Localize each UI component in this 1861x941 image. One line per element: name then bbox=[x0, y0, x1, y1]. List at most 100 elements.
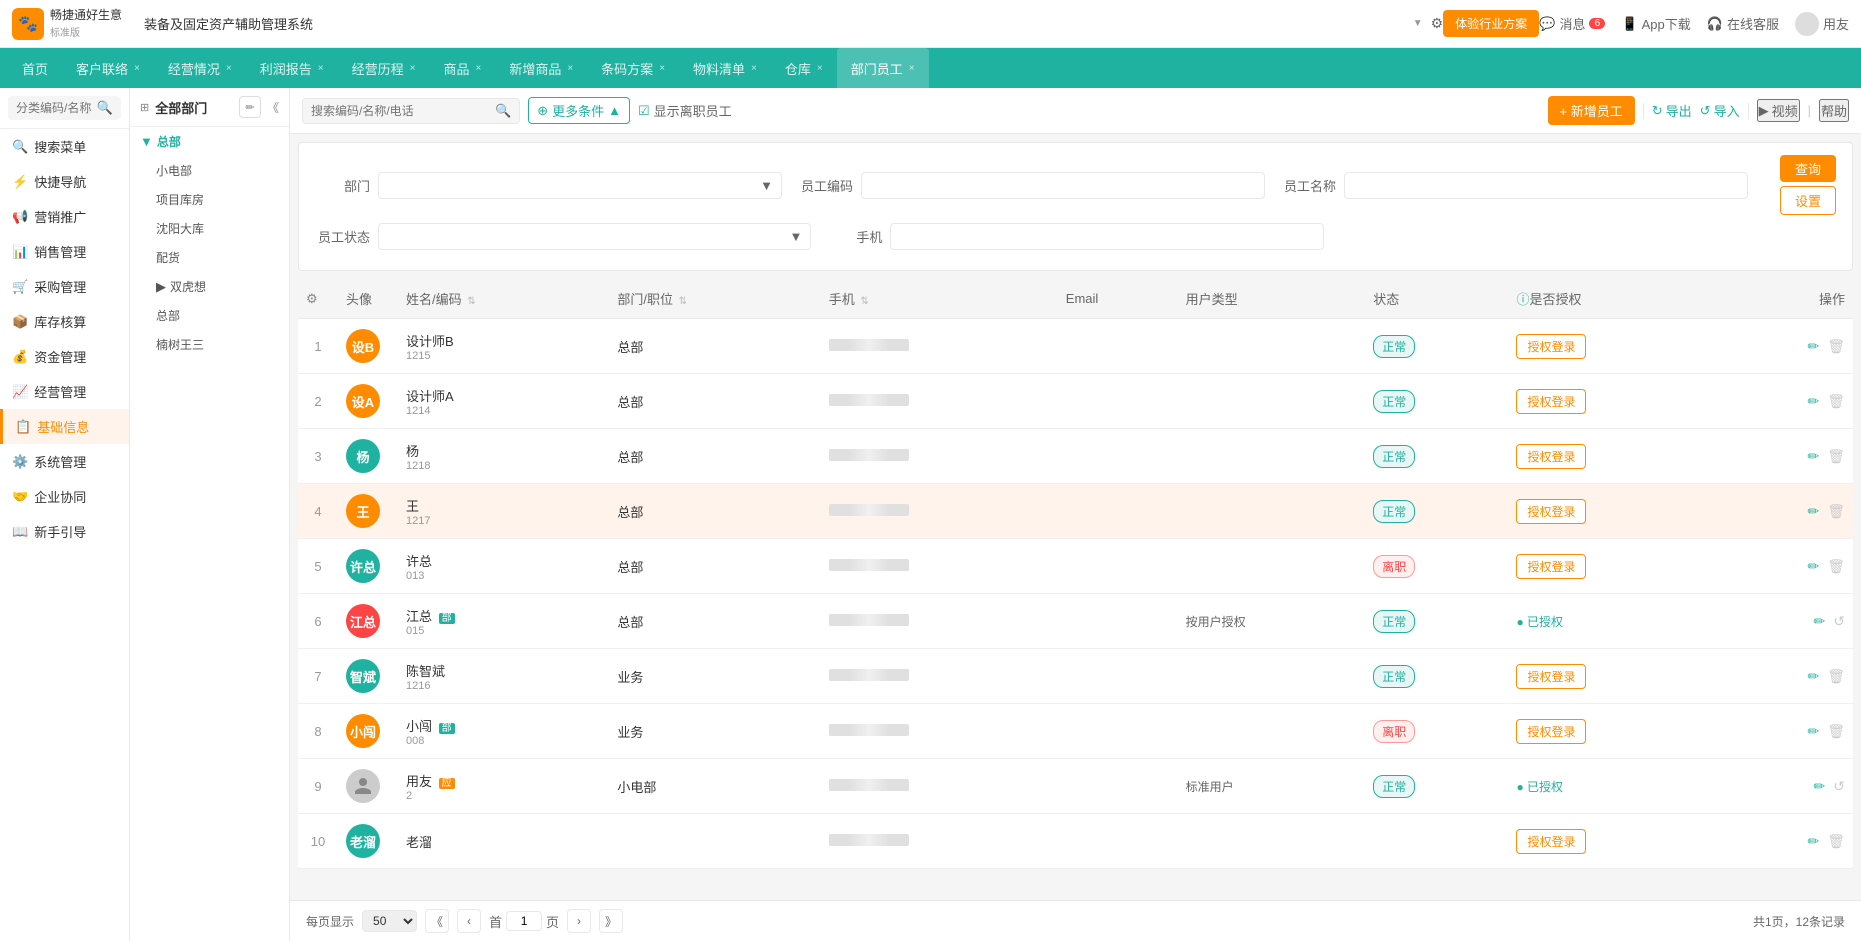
authorize-button[interactable]: 授权登录 bbox=[1516, 389, 1586, 414]
authorize-button[interactable]: 授权登录 bbox=[1516, 829, 1586, 854]
edit-icon[interactable]: ✏ bbox=[1807, 833, 1819, 850]
close-icon[interactable]: × bbox=[318, 63, 324, 74]
nav-tab-home[interactable]: 首页 bbox=[8, 48, 62, 88]
set-button[interactable]: 设置 bbox=[1780, 186, 1836, 215]
nav-tab-employees[interactable]: 部门员工 × bbox=[837, 48, 929, 88]
authorize-button[interactable]: 授权登录 bbox=[1516, 554, 1586, 579]
last-page-button[interactable]: 》 bbox=[599, 909, 623, 933]
page-number-input[interactable] bbox=[506, 911, 542, 931]
dept-tree-item-zongbu[interactable]: ▼ 总部 bbox=[130, 127, 289, 156]
sidebar-item-inventory[interactable]: 📦 库存核算 bbox=[0, 304, 129, 339]
employee-code-input[interactable] bbox=[861, 172, 1265, 199]
arrow-down-icon[interactable]: ▼ bbox=[1413, 18, 1423, 29]
close-icon[interactable]: × bbox=[751, 63, 757, 74]
delete-icon[interactable]: 🗑 bbox=[1827, 338, 1845, 355]
search-input-box[interactable]: 🔍 bbox=[302, 98, 520, 124]
sidebar-item-purchase[interactable]: 🛒 采购管理 bbox=[0, 269, 129, 304]
sidebar-item-marketing[interactable]: 📢 营销推广 bbox=[0, 199, 129, 234]
delete-icon[interactable]: 🗑 bbox=[1827, 668, 1845, 685]
prev-page-button[interactable]: ‹ bbox=[457, 909, 481, 933]
edit-icon[interactable]: ✏ bbox=[1807, 723, 1819, 740]
first-page-button[interactable]: 《 bbox=[425, 909, 449, 933]
dept-edit-button[interactable]: ✏ bbox=[239, 96, 261, 118]
nav-tab-add-goods[interactable]: 新增商品 × bbox=[495, 48, 587, 88]
app-download-btn[interactable]: 📱 App下载 bbox=[1621, 14, 1690, 33]
delete-icon[interactable]: 🗑 bbox=[1827, 833, 1845, 850]
sidebar-item-quick-nav[interactable]: ⚡ 快捷导航 bbox=[0, 164, 129, 199]
next-page-button[interactable]: › bbox=[567, 909, 591, 933]
sidebar-item-collab[interactable]: 🤝 企业协同 bbox=[0, 479, 129, 514]
close-icon[interactable]: × bbox=[226, 63, 232, 74]
nav-tab-goods[interactable]: 商品 × bbox=[429, 48, 495, 88]
nav-tab-barcode[interactable]: 条码方案 × bbox=[587, 48, 679, 88]
delete-icon[interactable]: 🗑 bbox=[1827, 558, 1845, 575]
help-button[interactable]: 帮助 bbox=[1819, 99, 1849, 122]
employee-name-input[interactable] bbox=[1344, 172, 1748, 199]
dept-item-shenyang[interactable]: 沈阳大库 bbox=[146, 214, 289, 243]
nav-tab-warehouse[interactable]: 仓库 × bbox=[771, 48, 837, 88]
more-conditions-btn[interactable]: ⊕ 更多条件 ▲ bbox=[528, 97, 630, 124]
sidebar-item-finance[interactable]: 💰 资金管理 bbox=[0, 339, 129, 374]
close-icon[interactable]: × bbox=[659, 63, 665, 74]
phone-input[interactable] bbox=[890, 223, 1323, 250]
authorize-button[interactable]: 授权登录 bbox=[1516, 444, 1586, 469]
dept-all-label[interactable]: 全部部门 bbox=[155, 98, 233, 117]
dept-item-project[interactable]: 项目库房 bbox=[146, 185, 289, 214]
dept-item-shuanghu[interactable]: ▶ 双虎想 bbox=[146, 272, 289, 301]
view-button[interactable]: ▶ 视频 bbox=[1757, 99, 1800, 122]
close-icon[interactable]: × bbox=[567, 63, 573, 74]
edit-icon[interactable]: ✏ bbox=[1814, 613, 1826, 630]
add-employee-button[interactable]: + 新增员工 bbox=[1548, 96, 1635, 125]
close-icon[interactable]: × bbox=[817, 63, 823, 74]
trial-button[interactable]: 体验行业方案 bbox=[1443, 10, 1539, 37]
sidebar-item-basic-info[interactable]: 📋 基础信息 bbox=[0, 409, 129, 444]
show-resigned-toggle[interactable]: ☑ 显示离职员工 bbox=[638, 101, 732, 120]
edit-icon[interactable]: ✏ bbox=[1814, 778, 1826, 795]
edit-icon[interactable]: ✏ bbox=[1807, 558, 1819, 575]
query-button[interactable]: 查询 bbox=[1780, 155, 1836, 182]
dept-item-peihuo[interactable]: 配货 bbox=[146, 243, 289, 272]
close-icon[interactable]: × bbox=[410, 63, 416, 74]
export-button[interactable]: ↻ 导出 bbox=[1652, 101, 1692, 120]
nav-tab-bom[interactable]: 物料清单 × bbox=[679, 48, 771, 88]
edit-icon[interactable]: ✏ bbox=[1807, 668, 1819, 685]
sidebar-search-box[interactable]: 🔍 bbox=[8, 96, 121, 120]
close-icon[interactable]: × bbox=[134, 63, 140, 74]
settings-icon[interactable]: ⚙ bbox=[306, 291, 318, 306]
delete-icon[interactable]: 🗑 bbox=[1827, 723, 1845, 740]
authorize-button[interactable]: 授权登录 bbox=[1516, 719, 1586, 744]
delete-icon[interactable]: 🗑 bbox=[1827, 393, 1845, 410]
nav-tab-profit[interactable]: 利润报告 × bbox=[246, 48, 338, 88]
import-button[interactable]: ↺ 导入 bbox=[1700, 101, 1740, 120]
online-service-btn[interactable]: 🎧 在线客服 bbox=[1707, 14, 1779, 33]
close-icon[interactable]: × bbox=[475, 63, 481, 74]
dept-item-nanshuwang[interactable]: 楠树王三 bbox=[146, 330, 289, 359]
sidebar-search-input[interactable] bbox=[16, 101, 97, 115]
dept-item-xiaodian[interactable]: 小电部 bbox=[146, 156, 289, 185]
nav-tab-history[interactable]: 经营历程 × bbox=[338, 48, 430, 88]
sidebar-item-sales[interactable]: 📊 销售管理 bbox=[0, 234, 129, 269]
sidebar-item-system[interactable]: ⚙️ 系统管理 bbox=[0, 444, 129, 479]
message-btn[interactable]: 💬 消息 6 bbox=[1539, 14, 1605, 33]
edit-icon[interactable]: ✏ bbox=[1807, 503, 1819, 520]
page-size-select[interactable]: 50 100 200 bbox=[362, 910, 417, 932]
delete-icon[interactable]: 🗑 bbox=[1827, 448, 1845, 465]
edit-icon[interactable]: ✏ bbox=[1807, 448, 1819, 465]
nav-tab-operations[interactable]: 经营情况 × bbox=[154, 48, 246, 88]
delete-icon[interactable]: ↺ bbox=[1833, 778, 1845, 795]
dept-item-zongbu2[interactable]: 总部 bbox=[146, 301, 289, 330]
edit-icon[interactable]: ✏ bbox=[1807, 338, 1819, 355]
dept-select[interactable]: ▼ bbox=[378, 172, 782, 199]
sidebar-item-operations[interactable]: 📈 经营管理 bbox=[0, 374, 129, 409]
user-menu[interactable]: 用友 bbox=[1795, 12, 1849, 36]
authorize-button[interactable]: 授权登录 bbox=[1516, 499, 1586, 524]
edit-icon[interactable]: ✏ bbox=[1807, 393, 1819, 410]
authorize-button[interactable]: 授权登录 bbox=[1516, 334, 1586, 359]
close-icon[interactable]: × bbox=[909, 63, 915, 74]
authorize-button[interactable]: 授权登录 bbox=[1516, 664, 1586, 689]
delete-icon[interactable]: 🗑 bbox=[1827, 503, 1845, 520]
employee-search-input[interactable] bbox=[311, 104, 491, 118]
nav-tab-customer[interactable]: 客户联络 × bbox=[62, 48, 154, 88]
sidebar-item-search[interactable]: 🔍 搜索菜单 bbox=[0, 129, 129, 164]
delete-icon[interactable]: ↺ bbox=[1833, 613, 1845, 630]
